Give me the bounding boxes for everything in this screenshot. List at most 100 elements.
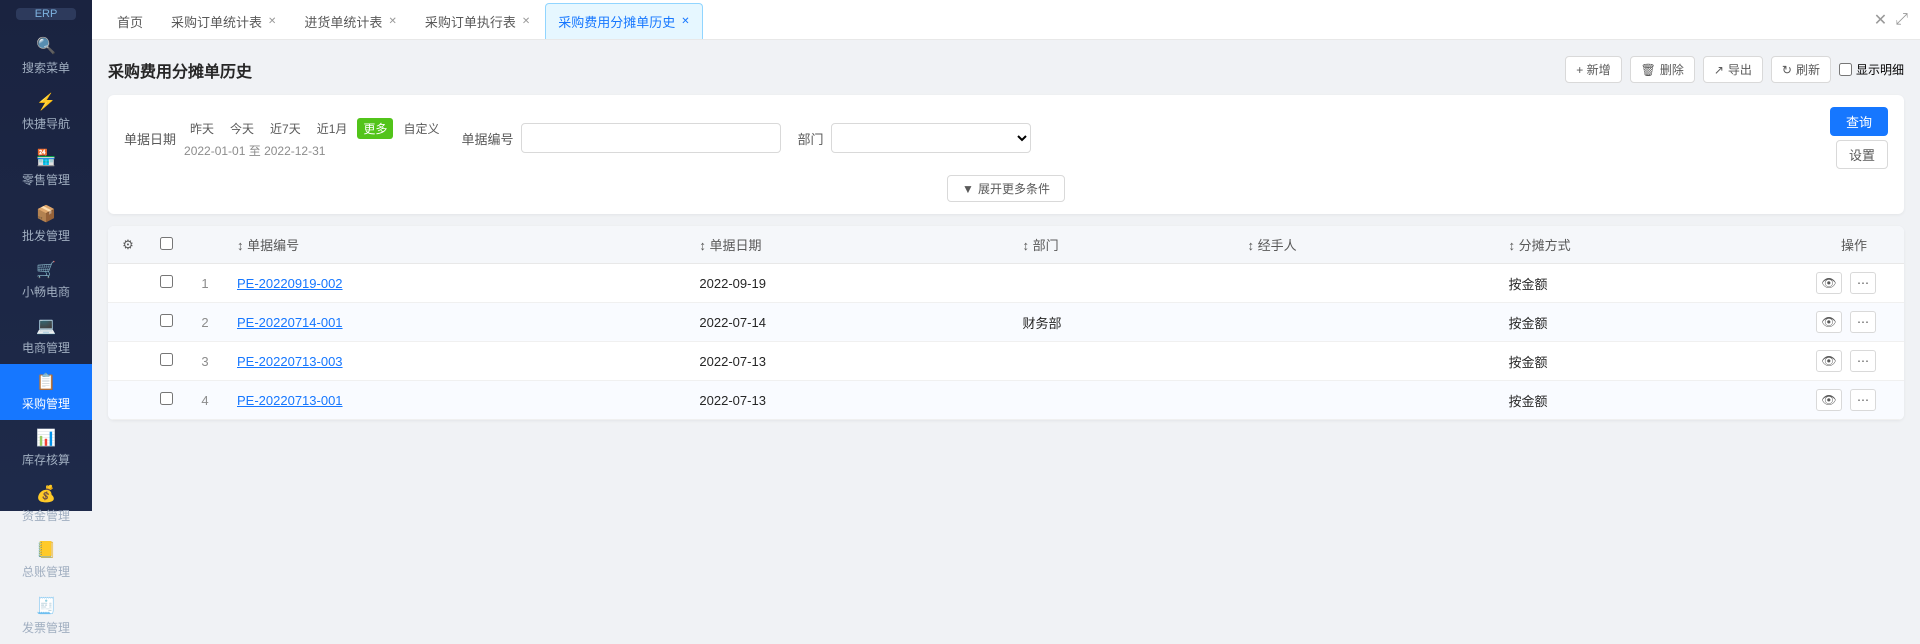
close-all-icon[interactable]: ✕ [1874,10,1887,30]
row-doc-no-1[interactable]: PE-20220919-002 [225,264,687,303]
table-body: 1 PE-20220919-002 2022-09-19 按金额 👁 ⋯ 2 P… [108,264,1904,420]
expand-conditions-button[interactable]: ▼ 展开更多条件 [947,175,1065,202]
row-handler-4 [1235,381,1496,420]
tab-purchase-cost[interactable]: 采购费用分摊单历史✕ [545,3,702,39]
tab-label-home: 首页 [117,12,143,31]
sidebar-item-retail[interactable]: 🏪零售管理 [0,140,92,196]
sidebar-item-ecom[interactable]: 💻电商管理 [0,308,92,364]
tab-purchase-summary[interactable]: 采购订单统计表✕ [158,3,289,39]
row-num-4: 4 [185,381,225,420]
row-handler-1 [1235,264,1496,303]
row-checkbox-4[interactable] [160,392,173,405]
row-doc-date-1: 2022-09-19 [687,264,1010,303]
sidebar-item-quick[interactable]: ⚡ 快捷导航 [0,84,92,140]
dept-select[interactable] [831,123,1031,153]
date-shortcuts: 昨天 今天 近7天 近1月 更多 自定义 [184,118,445,139]
th-settings[interactable]: ⚙ [108,226,148,264]
date-1month[interactable]: 近1月 [311,118,354,139]
tab-import-summary[interactable]: 进货单统计表✕ [291,3,409,39]
sidebar-item-ecom-small[interactable]: 🛒小畅电商 [0,252,92,308]
sidebar-item-finance[interactable]: 💰 资金管理 [0,476,92,532]
delete-icon: 🗑 [1641,63,1656,77]
tab-close-import-summary[interactable]: ✕ [388,16,396,27]
export-button[interactable]: ↗ 导出 [1703,56,1763,83]
row-dept-3 [1011,342,1236,381]
ecom-small-icon: 🛒 [36,260,56,280]
row-checkbox-3[interactable] [160,353,173,366]
row-view-btn-1[interactable]: 👁 [1816,272,1842,294]
sidebar-item-label: 资金管理 [22,507,70,524]
table-container: ⚙ ↕ 单据编号 ↕ 单据日期 ↕ 部门 ↕ 经手人 ↕ 分摊方式 操作 [108,226,1904,420]
show-columns-checkbox[interactable] [1839,63,1852,76]
sidebar-item-ledger[interactable]: 📒总账管理 [0,532,92,588]
row-more-btn-1[interactable]: ⋯ [1850,272,1876,294]
row-action-buttons-3: 👁 ⋯ [1816,350,1892,372]
filter-bottom: ▼ 展开更多条件 [124,175,1888,202]
date-today[interactable]: 今天 [224,118,260,139]
row-more-btn-3[interactable]: ⋯ [1850,350,1876,372]
th-doc-no[interactable]: ↕ 单据编号 [225,226,687,264]
row-more-btn-2[interactable]: ⋯ [1850,311,1876,333]
date-yesterday[interactable]: 昨天 [184,118,220,139]
delete-button[interactable]: 🗑 删除 [1630,56,1695,83]
tab-actions: ✕ ⤢ [1874,10,1908,30]
sidebar-item-invoice[interactable]: 🧾发票管理 [0,588,92,644]
tab-close-purchase-cost[interactable]: ✕ [681,16,689,27]
row-doc-date-3: 2022-07-13 [687,342,1010,381]
date-custom[interactable]: 自定义 [397,118,445,139]
tab-close-purchase-exec[interactable]: ✕ [522,16,530,27]
date-range-text: 2022-01-01 至 2022-12-31 [184,142,445,159]
th-split-method[interactable]: ↕ 分摊方式 [1497,226,1805,264]
th-doc-date[interactable]: ↕ 单据日期 [687,226,1010,264]
row-checkbox-1[interactable] [160,275,173,288]
sidebar-item-wholesale[interactable]: 📦批发管理 [0,196,92,252]
add-button[interactable]: + 新增 [1565,56,1621,83]
row-view-btn-4[interactable]: 👁 [1816,389,1842,411]
content-area: 采购费用分摊单历史 + 新增 🗑 删除 ↗ 导出 ↻ 刷新 显示明细 [92,40,1920,511]
sidebar-item-label: 搜索菜单 [22,59,70,76]
row-num-3: 3 [185,342,225,381]
row-view-btn-3[interactable]: 👁 [1816,350,1842,372]
inventory-icon: 📊 [36,428,56,448]
date-shortcuts-container: 昨天 今天 近7天 近1月 更多 自定义 2022-01-01 至 2022-1… [184,118,445,159]
quick-icon: ⚡ [36,92,56,112]
row-view-btn-2[interactable]: 👁 [1816,311,1842,333]
sidebar-item-label: 总账管理 [22,563,70,580]
sidebar-item-purchase[interactable]: 📋采购管理 [0,364,92,420]
sidebar-item-inventory[interactable]: 📊库存核算 [0,420,92,476]
row-doc-no-4[interactable]: PE-20220713-001 [225,381,687,420]
row-checkbox-2[interactable] [160,314,173,327]
refresh-button[interactable]: ↻ 刷新 [1771,56,1831,83]
date-7days[interactable]: 近7天 [264,118,307,139]
row-dept-1 [1011,264,1236,303]
date-label: 单据日期 [124,129,176,148]
tab-close-purchase-summary[interactable]: ✕ [268,16,276,27]
show-columns-checkbox-label[interactable]: 显示明细 [1839,61,1904,78]
th-row-num [185,226,225,264]
th-handler[interactable]: ↕ 经手人 [1235,226,1496,264]
row-handler-3 [1235,342,1496,381]
tab-purchase-exec[interactable]: 采购订单执行表✕ [412,3,543,39]
wholesale-icon: 📦 [36,204,56,224]
row-doc-no-3[interactable]: PE-20220713-003 [225,342,687,381]
row-action-buttons-1: 👁 ⋯ [1816,272,1892,294]
row-more-btn-4[interactable]: ⋯ [1850,389,1876,411]
tab-home[interactable]: 首页 [104,3,156,39]
filter-settings-button[interactable]: 设置 [1836,140,1888,169]
th-dept[interactable]: ↕ 部门 [1011,226,1236,264]
date-more[interactable]: 更多 [357,118,393,139]
row-doc-no-2[interactable]: PE-20220714-001 [225,303,687,342]
sidebar-item-search[interactable]: 🔍搜索菜单 [0,28,92,84]
row-actions-4: 👁 ⋯ [1804,381,1904,420]
finance-icon: 💰 [36,484,56,504]
row-checkbox-col-3 [148,342,185,381]
maximize-icon[interactable]: ⤢ [1895,11,1908,29]
filter-row: 单据日期 昨天 今天 近7天 近1月 更多 自定义 2022-01-01 至 2… [124,107,1888,169]
doc-no-input[interactable] [521,123,781,153]
select-all-checkbox[interactable] [160,237,173,250]
sidebar: ERP 🔍搜索菜单⚡快捷导航🏪零售管理📦批发管理🛒小畅电商💻电商管理📋采购管理📊… [0,0,92,511]
row-num-2: 2 [185,303,225,342]
row-action-buttons-4: 👁 ⋯ [1816,389,1892,411]
query-button[interactable]: 查询 [1830,107,1888,136]
sidebar-item-label: 快捷导航 [22,115,70,132]
